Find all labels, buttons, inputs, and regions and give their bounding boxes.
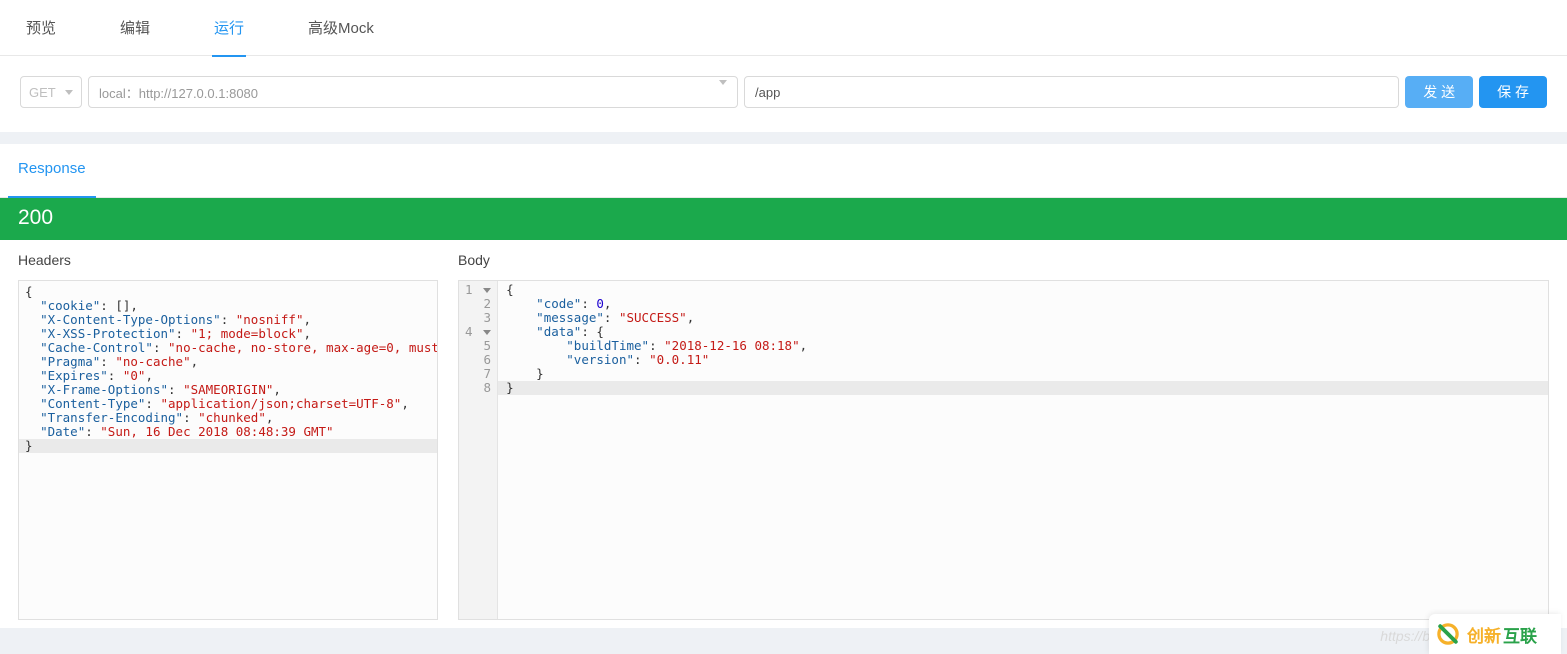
- headers-code-pane[interactable]: { "cookie": [], "X-Content-Type-Options"…: [18, 280, 438, 620]
- headers-title: Headers: [18, 252, 438, 268]
- save-button[interactable]: 保 存: [1479, 76, 1547, 108]
- tab-run[interactable]: 运行: [212, 0, 246, 56]
- body-code-pane[interactable]: 1 234 5678 { "code": 0, "message": "SUCC…: [458, 280, 1549, 620]
- http-method-select[interactable]: GET: [20, 76, 82, 108]
- brand-logo-icon: [1435, 621, 1461, 647]
- base-url-value: local：http://127.0.0.1:8080: [99, 83, 258, 102]
- chevron-down-icon: [65, 90, 73, 95]
- brand-badge[interactable]: 创新互联: [1429, 614, 1561, 654]
- base-url-select[interactable]: local：http://127.0.0.1:8080: [88, 76, 738, 108]
- brand-text-1: 创新: [1467, 622, 1501, 647]
- chevron-down-icon: [719, 80, 727, 100]
- status-code-bar: 200: [0, 198, 1567, 240]
- tab-advanced-mock[interactable]: 高级Mock: [306, 0, 376, 56]
- tab-preview[interactable]: 预览: [24, 0, 58, 56]
- response-tab[interactable]: Response: [18, 156, 86, 187]
- tab-edit[interactable]: 编辑: [118, 0, 152, 56]
- fold-icon[interactable]: [483, 330, 491, 335]
- response-panel: Response 200 Headers { "cookie": [], "X-…: [0, 144, 1567, 628]
- main-tabs: 预览 编辑 运行 高级Mock: [0, 0, 1567, 56]
- response-tabbar: Response: [0, 144, 1567, 198]
- http-method-value: GET: [29, 85, 56, 100]
- body-title: Body: [458, 252, 1549, 268]
- fold-icon[interactable]: [483, 288, 491, 293]
- path-input[interactable]: [744, 76, 1399, 108]
- brand-text-2: 互联: [1503, 622, 1537, 647]
- request-bar: GET local：http://127.0.0.1:8080 发 送 保 存: [0, 56, 1567, 132]
- send-button[interactable]: 发 送: [1405, 76, 1473, 108]
